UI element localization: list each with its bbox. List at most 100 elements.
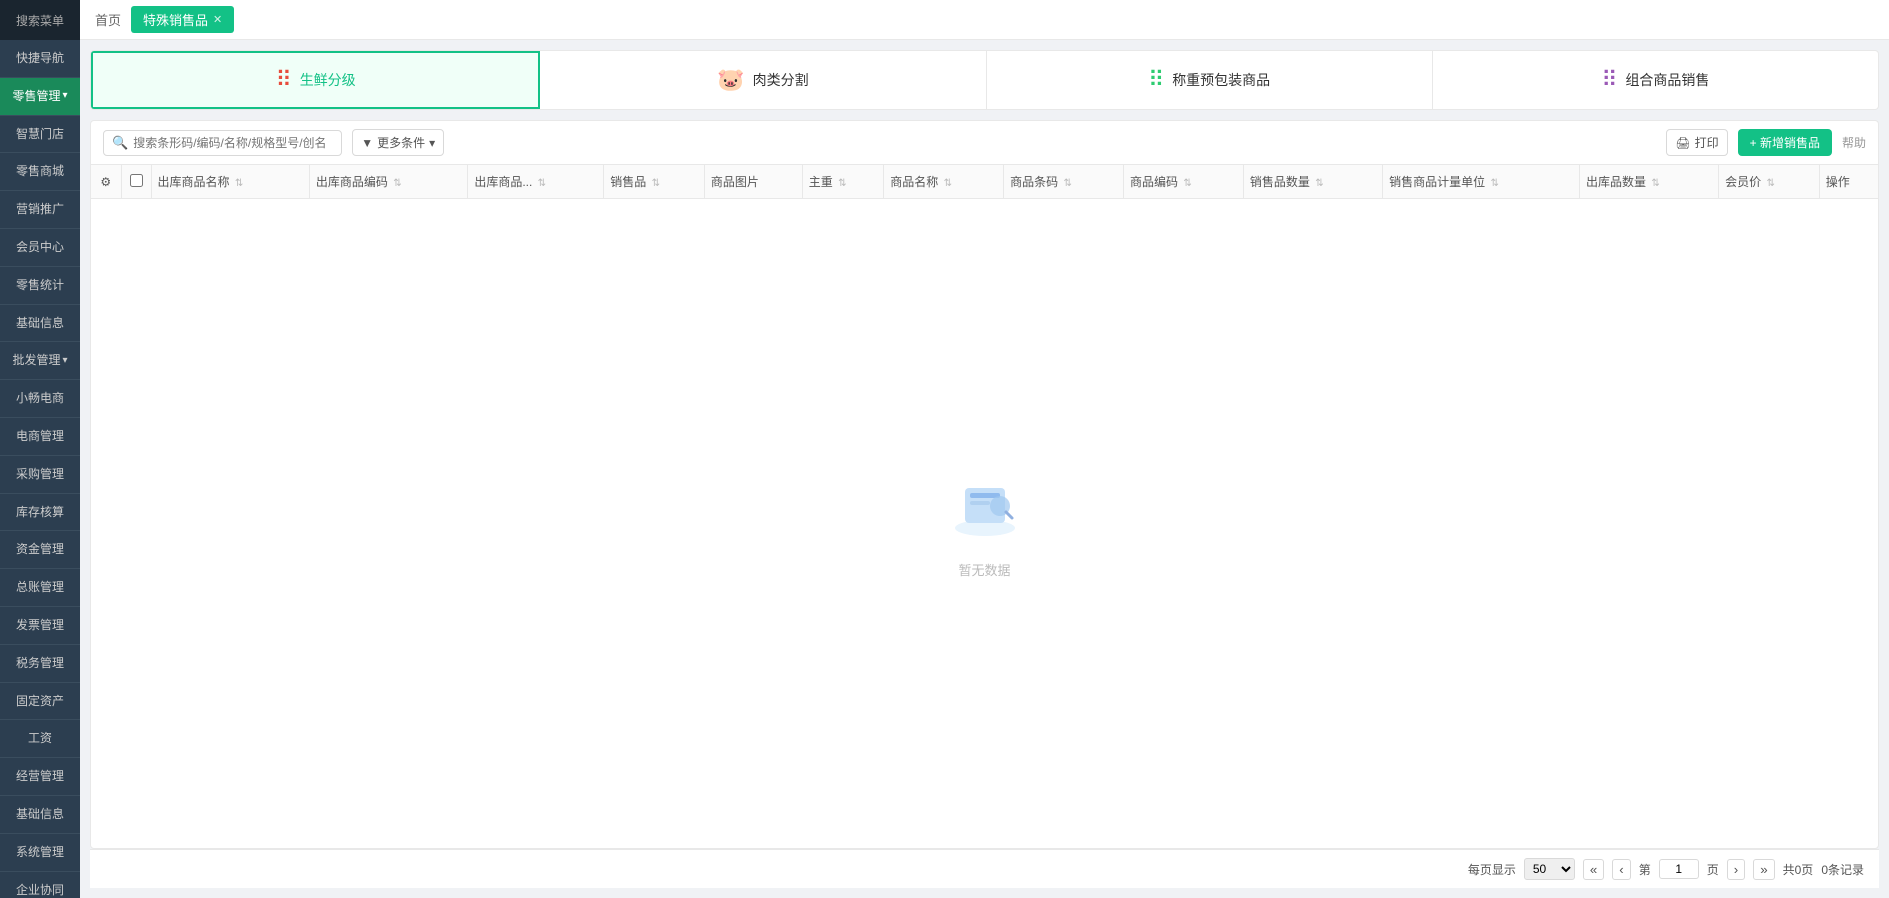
- sort-weight-icon: ⇅: [838, 178, 846, 189]
- fresh-icon: ⠿: [276, 67, 292, 93]
- toolbar: 🔍 ▼ 更多条件 ▾ 🖨 打印 + 新增销售品 帮助: [90, 120, 1879, 164]
- sidebar-item-system-mgmt[interactable]: 系统管理: [0, 834, 80, 872]
- col-item-name[interactable]: 商品名称 ⇅: [884, 165, 1004, 199]
- main-content: 首页 特殊销售品 ✕ ⠿ 生鲜分级 🐷 肉类分割 ⠿ 称重预包装商品 ⠿ 组合商…: [80, 0, 1889, 898]
- toolbar-left: 🔍 ▼ 更多条件 ▾: [103, 129, 444, 156]
- table-header-row: ⚙ 出库商品名称 ⇅ 出库商品编码 ⇅ 出库商品: [91, 165, 1878, 199]
- sort-barcode-icon: ⇅: [1063, 178, 1071, 189]
- sort-item-name-icon: ⇅: [944, 178, 952, 189]
- sidebar-item-member-center[interactable]: 会员中心: [0, 229, 80, 267]
- col-weight[interactable]: 主重 ⇅: [802, 165, 883, 199]
- filter-label: 更多条件: [377, 134, 425, 151]
- select-all-checkbox[interactable]: [130, 174, 143, 187]
- cat-tab-combo[interactable]: ⠿ 组合商品销售: [1433, 51, 1878, 109]
- sidebar-item-enterprise[interactable]: 企业协同: [0, 872, 80, 898]
- add-sales-item-button[interactable]: + 新增销售品: [1738, 129, 1832, 156]
- sidebar-item-ecom-mgmt[interactable]: 电商管理: [0, 418, 80, 456]
- sort-out-name-icon: ⇅: [235, 178, 243, 189]
- print-icon: 🖨: [1675, 136, 1690, 150]
- page-input[interactable]: [1659, 859, 1699, 879]
- sidebar-item-marketing[interactable]: 营销推广: [0, 191, 80, 229]
- search-box[interactable]: 🔍: [103, 130, 342, 156]
- sort-member-price-icon: ⇅: [1767, 178, 1775, 189]
- cat-label-combo: 组合商品销售: [1625, 70, 1709, 90]
- sidebar-item-basic-info[interactable]: 基础信息: [0, 305, 80, 343]
- sidebar-item-mini-ecom[interactable]: 小畅电商: [0, 380, 80, 418]
- filter-button[interactable]: ▼ 更多条件 ▾: [352, 129, 444, 156]
- tab-label: 特殊销售品: [143, 10, 208, 29]
- sidebar-item-wages[interactable]: 工资: [0, 720, 80, 758]
- sidebar-item-wholesale-mgmt[interactable]: 批发管理 ▾: [0, 342, 80, 380]
- sidebar-item-retail-stats[interactable]: 零售统计: [0, 267, 80, 305]
- content-area: ⠿ 生鲜分级 🐷 肉类分割 ⠿ 称重预包装商品 ⠿ 组合商品销售 🔍: [80, 40, 1889, 898]
- sidebar-item-purchase-mgmt[interactable]: 采购管理: [0, 456, 80, 494]
- col-out-spec[interactable]: 出库商品... ⇅: [468, 165, 604, 199]
- sidebar-item-quick-nav[interactable]: 快捷导航: [0, 40, 80, 78]
- sidebar-item-invoice-mgmt[interactable]: 发票管理: [0, 607, 80, 645]
- search-icon: 🔍: [112, 135, 128, 151]
- meat-icon: 🐷: [717, 67, 744, 93]
- cat-label-meat: 肉类分割: [753, 70, 809, 90]
- col-checkbox[interactable]: [121, 165, 151, 199]
- col-sale-item[interactable]: 销售品 ⇅: [604, 165, 705, 199]
- sort-out-spec-icon: ⇅: [538, 178, 546, 189]
- table-container: ⚙ 出库商品名称 ⇅ 出库商品编码 ⇅ 出库商品: [90, 164, 1879, 849]
- sidebar-item-inventory[interactable]: 库存核算: [0, 494, 80, 532]
- sidebar-item-finance[interactable]: 资金管理: [0, 531, 80, 569]
- col-item-code[interactable]: 商品编码 ⇅: [1124, 165, 1244, 199]
- data-table: ⚙ 出库商品名称 ⇅ 出库商品编码 ⇅ 出库商品: [91, 165, 1878, 199]
- cat-label-weigh: 称重预包装商品: [1172, 70, 1270, 90]
- page-label: 第: [1639, 861, 1651, 878]
- sidebar-item-retail-mall[interactable]: 零售商城: [0, 153, 80, 191]
- next-page-button[interactable]: ›: [1727, 859, 1745, 880]
- cat-tab-meat[interactable]: 🐷 肉类分割: [540, 51, 986, 109]
- col-item-image[interactable]: 商品图片: [704, 165, 802, 199]
- col-out-name[interactable]: 出库商品名称 ⇅: [151, 165, 309, 199]
- col-sale-unit[interactable]: 销售商品计量单位 ⇅: [1383, 165, 1580, 199]
- sort-out-qty-icon: ⇅: [1651, 178, 1659, 189]
- sort-out-code-icon: ⇅: [393, 178, 401, 189]
- prev-page-button[interactable]: ‹: [1612, 859, 1630, 880]
- special-sales-tab[interactable]: 特殊销售品 ✕: [131, 6, 234, 33]
- sidebar-item-general-ledger[interactable]: 总账管理: [0, 569, 80, 607]
- per-page-select[interactable]: 50 10 20 100: [1524, 858, 1575, 880]
- col-sale-qty[interactable]: 销售品数量 ⇅: [1243, 165, 1382, 199]
- sidebar-item-tax-mgmt[interactable]: 税务管理: [0, 645, 80, 683]
- first-page-button[interactable]: «: [1583, 859, 1604, 880]
- sidebar-item-operations[interactable]: 经营管理: [0, 758, 80, 796]
- home-tab[interactable]: 首页: [95, 10, 121, 29]
- col-out-qty[interactable]: 出库品数量 ⇅: [1579, 165, 1718, 199]
- col-out-code[interactable]: 出库商品编码 ⇅: [309, 165, 467, 199]
- sort-sale-qty-icon: ⇅: [1315, 178, 1323, 189]
- cat-label-fresh: 生鲜分级: [300, 70, 356, 90]
- sort-sale-item-icon: ⇅: [652, 178, 660, 189]
- filter-icon: ▼: [361, 136, 373, 150]
- sidebar-item-smart-store[interactable]: 智慧门店: [0, 116, 80, 154]
- print-label: 打印: [1695, 134, 1719, 151]
- sidebar-logo[interactable]: 搜索菜单: [0, 0, 80, 40]
- sort-sale-unit-icon: ⇅: [1490, 178, 1498, 189]
- sidebar-item-basic-info2[interactable]: 基础信息: [0, 796, 80, 834]
- help-button[interactable]: 帮助: [1842, 134, 1866, 151]
- toolbar-right: 🖨 打印 + 新增销售品 帮助: [1666, 129, 1866, 156]
- weigh-icon: ⠿: [1148, 67, 1164, 93]
- last-page-button[interactable]: »: [1753, 859, 1774, 880]
- cat-tab-weigh[interactable]: ⠿ 称重预包装商品: [987, 51, 1433, 109]
- sort-item-code-icon: ⇅: [1183, 178, 1191, 189]
- total-pages: 共0页: [1783, 861, 1814, 878]
- per-page-label: 每页显示: [1468, 861, 1516, 878]
- cat-tab-fresh[interactable]: ⠿ 生鲜分级: [91, 51, 540, 109]
- col-action: 操作: [1819, 165, 1878, 199]
- total-count: 0条记录: [1821, 861, 1864, 878]
- sidebar-item-fixed-assets[interactable]: 固定资产: [0, 683, 80, 721]
- col-settings[interactable]: ⚙: [91, 165, 121, 199]
- col-member-price[interactable]: 会员价 ⇅: [1719, 165, 1820, 199]
- sidebar: 搜索菜单 快捷导航 零售管理 ▾ 智慧门店 零售商城 营销推广 会员中心 零售统…: [0, 0, 80, 898]
- print-button[interactable]: 🖨 打印: [1666, 129, 1727, 156]
- sidebar-item-retail-mgmt[interactable]: 零售管理 ▾: [0, 78, 80, 116]
- page-unit: 页: [1707, 861, 1719, 878]
- close-tab-icon[interactable]: ✕: [213, 13, 222, 26]
- topbar: 首页 特殊销售品 ✕: [80, 0, 1889, 40]
- col-barcode[interactable]: 商品条码 ⇅: [1004, 165, 1124, 199]
- search-input[interactable]: [133, 136, 333, 150]
